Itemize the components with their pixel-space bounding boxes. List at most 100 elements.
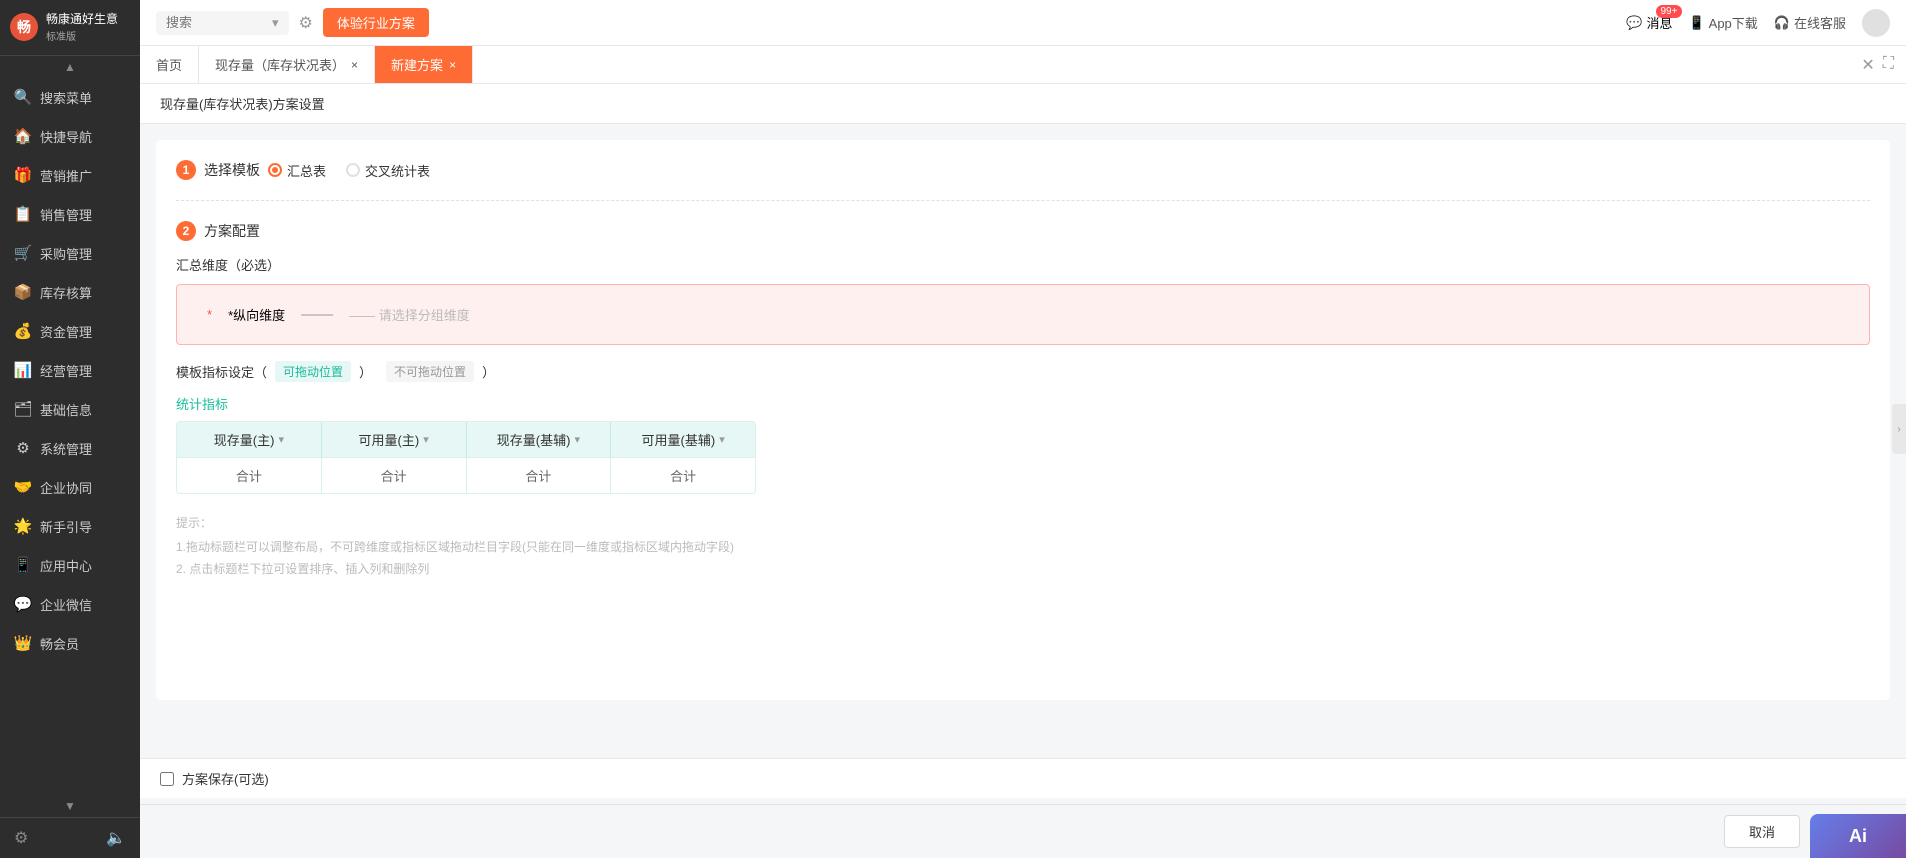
home-icon: 🏠 (14, 127, 32, 145)
tab-home[interactable]: 首页 (140, 46, 199, 83)
app-download-btn[interactable]: 📱 App下载 (1688, 13, 1757, 32)
sidebar-item-appcenter[interactable]: 📱 应用中心 (0, 546, 140, 585)
expand-panel-icon[interactable]: ⛶ (1883, 55, 1894, 75)
industry-btn[interactable]: 体验行业方案 (323, 8, 429, 37)
stats-col-3: 可用量(基辅) ▾ (611, 422, 755, 457)
sidebar-item-label: 新手引导 (40, 517, 92, 536)
money-icon: 💰 (14, 322, 32, 340)
dimension-placeholder[interactable]: —— 请选择分组维度 (349, 305, 470, 324)
dimension-arrow: —— (301, 306, 333, 324)
step1-label: 选择模板 (204, 160, 260, 180)
stats-cell-2: 合计 (467, 458, 612, 493)
sidebar-item-inventory[interactable]: 📦 库存核算 (0, 273, 140, 312)
page-header: 现存量(库存状况表)方案设置 (140, 84, 1906, 124)
online-service-btn[interactable]: 🎧 在线客服 (1774, 13, 1846, 32)
sidebar-item-label: 系统管理 (40, 439, 92, 458)
tab-inventory-close-icon[interactable]: × (351, 58, 358, 72)
sidebar-item-label: 企业微信 (40, 595, 92, 614)
radio-summary[interactable]: 汇总表 (268, 161, 326, 180)
sidebar-item-label: 基础信息 (40, 400, 92, 419)
sidebar-logo: 畅 畅康通好生意 标准版 (0, 0, 140, 56)
sidebar-item-label: 快捷导航 (40, 127, 92, 146)
sidebar-item-basic[interactable]: 🗂 基础信息 (0, 390, 140, 429)
sidebar-item-label: 库存核算 (40, 283, 92, 302)
message-icon: 💬 (1626, 15, 1642, 31)
search-input[interactable] (166, 15, 266, 30)
stats-col-3-chevron[interactable]: ▾ (719, 433, 725, 446)
step1-num: 1 (176, 160, 196, 180)
sidebar: 畅 畅康通好生意 标准版 ▲ 🔍 搜索菜单 🏠 快捷导航 🎁 营销推广 📋 销售… (0, 0, 140, 858)
close-panel-icon[interactable]: ✕ (1861, 55, 1874, 75)
stats-col-2: 现存量(基辅) ▾ (467, 422, 612, 457)
sidebar-item-member[interactable]: 👑 畅会员 (0, 624, 140, 663)
template-radio-group: 汇总表 交叉统计表 (268, 161, 430, 180)
sidebar-item-enterprise[interactable]: 🤝 企业协同 (0, 468, 140, 507)
cancel-button[interactable]: 取消 (1724, 815, 1800, 848)
tab-new-plan-close-icon[interactable]: × (449, 58, 456, 72)
online-service-label: 在线客服 (1794, 13, 1846, 32)
sidebar-item-finance[interactable]: 💰 资金管理 (0, 312, 140, 351)
stats-col-0: 现存量(主) ▾ (177, 422, 322, 457)
app-download-label: App下载 (1709, 13, 1758, 32)
user-avatar[interactable] (1862, 9, 1890, 37)
gear-icon: ⚙ (14, 439, 32, 457)
mobile-download-icon: 📱 (1688, 15, 1704, 31)
stats-col-2-label: 现存量(基辅) (497, 430, 571, 449)
save-label[interactable]: 方案保存(可选) (182, 769, 269, 788)
settings-bottom-icon[interactable]: ⚙ (14, 828, 28, 848)
stats-cell-1: 合计 (322, 458, 467, 493)
stats-table: 现存量(主) ▾ 可用量(主) ▾ 现存量(基辅) ▾ 可用量(基辅) (176, 421, 756, 494)
stats-table-row: 合计 合计 合计 合计 (177, 457, 755, 493)
tab-inventory-status[interactable]: 现存量（库存状况表） × (199, 46, 375, 83)
sidebar-item-search[interactable]: 🔍 搜索菜单 (0, 78, 140, 117)
sidebar-item-label: 营销推广 (40, 166, 92, 185)
topbar-right: 💬 消息 99+ 📱 App下载 🎧 在线客服 (1626, 9, 1890, 37)
stats-col-2-chevron[interactable]: ▾ (574, 433, 580, 446)
step1-title: 1 选择模板 汇总表 交叉统计表 (176, 160, 1870, 180)
radio-summary-circle (268, 163, 282, 177)
stats-col-0-chevron[interactable]: ▾ (278, 433, 284, 446)
sidebar-item-newbie[interactable]: 🌟 新手引导 (0, 507, 140, 546)
right-panel-toggle[interactable]: › (1892, 404, 1906, 454)
save-checkbox[interactable] (160, 772, 174, 786)
sidebar-item-system[interactable]: ⚙ 系统管理 (0, 429, 140, 468)
search-icon: 🔍 (14, 88, 32, 106)
mobile-icon: 📱 (14, 556, 32, 574)
folder-icon: 🗂 (14, 400, 32, 418)
tab-new-plan[interactable]: 新建方案 × (375, 46, 473, 83)
topbar-search-box[interactable]: ▾ (156, 11, 289, 35)
topbar-gear-icon[interactable]: ⚙ (299, 13, 313, 33)
step-divider (176, 200, 1870, 201)
message-btn[interactable]: 💬 消息 99+ (1626, 13, 1672, 32)
sidebar-bottom: ⚙ 🔈 (0, 817, 140, 858)
stats-col-1-label: 可用量(主) (359, 430, 420, 449)
dimension-label: 汇总维度（必选） (176, 255, 1870, 274)
sidebar-item-marketing[interactable]: 🎁 营销推广 (0, 156, 140, 195)
logo-text: 畅康通好生意 标准版 (46, 12, 118, 43)
sidebar-item-sales[interactable]: 📋 销售管理 (0, 195, 140, 234)
ai-label: Ai (1849, 826, 1867, 847)
indicator-settings-prefix: 模板指标设定（ (176, 362, 267, 381)
audio-icon[interactable]: 🔈 (106, 828, 126, 848)
sidebar-item-purchase[interactable]: 🛒 采购管理 (0, 234, 140, 273)
indicator-settings-label: 模板指标设定（ 可拖动位置 ） 不可拖动位置 ） (176, 361, 495, 382)
gift-icon: 🎁 (14, 166, 32, 184)
sidebar-scroll-up[interactable]: ▲ (0, 56, 140, 78)
handshake-icon: 🤝 (14, 478, 32, 496)
dimension-required-mark: * (207, 307, 212, 322)
sidebar-menu: 🔍 搜索菜单 🏠 快捷导航 🎁 营销推广 📋 销售管理 🛒 采购管理 📦 库存核… (0, 78, 140, 795)
sidebar-item-label: 搜索菜单 (40, 88, 92, 107)
search-dropdown-icon[interactable]: ▾ (272, 15, 279, 31)
indicator-close-paren: ） (482, 362, 495, 381)
sidebar-item-wechat[interactable]: 💬 企业微信 (0, 585, 140, 624)
stats-table-header: 现存量(主) ▾ 可用量(主) ▾ 现存量(基辅) ▾ 可用量(基辅) (177, 422, 755, 457)
radio-cross[interactable]: 交叉统计表 (346, 161, 430, 180)
stats-col-1-chevron[interactable]: ▾ (423, 433, 429, 446)
cart-icon: 🛒 (14, 244, 32, 262)
ai-badge[interactable]: Ai (1810, 814, 1906, 858)
sidebar-item-operations[interactable]: 📊 经营管理 (0, 351, 140, 390)
radio-summary-dot (272, 167, 278, 173)
sidebar-item-shortcut[interactable]: 🏠 快捷导航 (0, 117, 140, 156)
sidebar-scroll-down[interactable]: ▼ (0, 795, 140, 817)
save-row: 方案保存(可选) (140, 758, 1906, 798)
